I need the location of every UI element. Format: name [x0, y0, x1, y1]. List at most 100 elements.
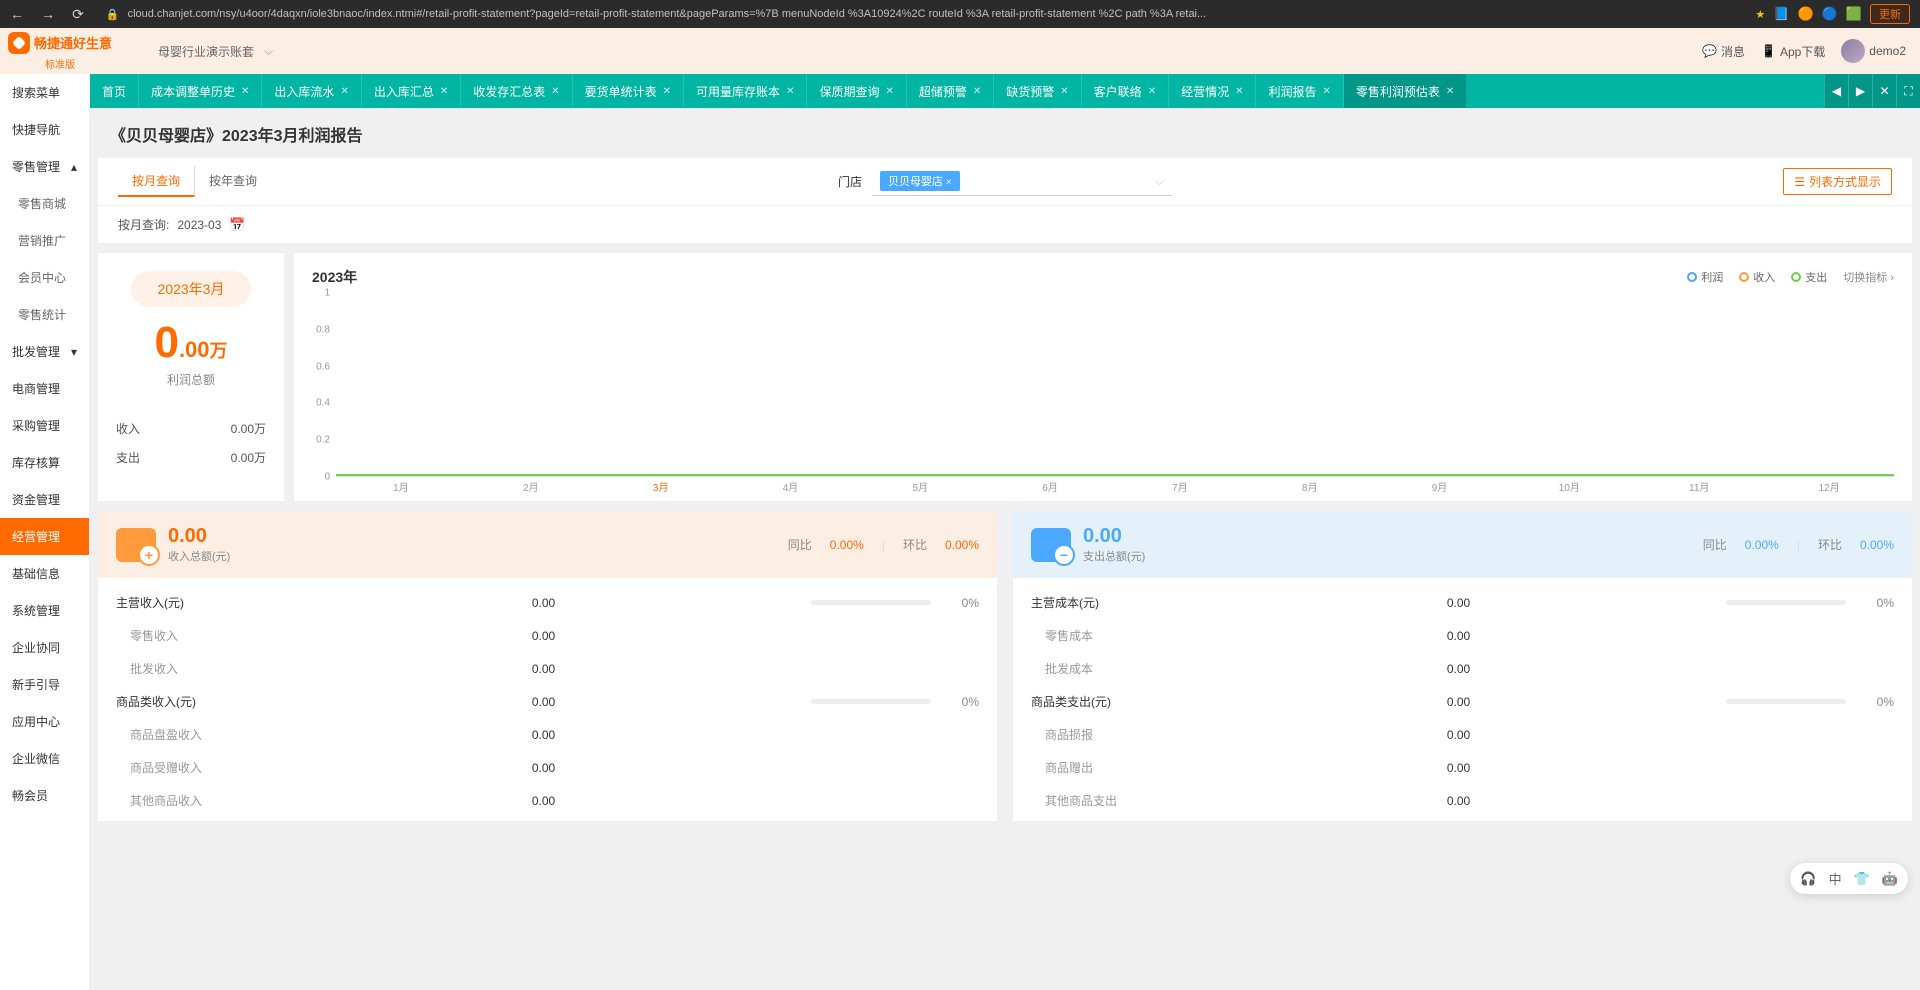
date-query: 按月查询: 2023-03 📅: [98, 206, 1912, 243]
lock-icon: 🔒: [106, 8, 120, 21]
sidebar-item-6[interactable]: 零售统计: [0, 296, 89, 333]
shirt-icon[interactable]: 👕: [1854, 871, 1870, 887]
sidebar-item-3[interactable]: 零售商城: [0, 185, 89, 222]
chevron-down-icon: ⌵: [264, 44, 273, 59]
store-tag[interactable]: 贝贝母婴店: [880, 171, 960, 191]
expense-total: 0.00: [1083, 525, 1145, 548]
sidebar-item-1[interactable]: 快捷导航: [0, 111, 89, 148]
calendar-icon[interactable]: 📅: [229, 217, 245, 233]
sidebar-item-16[interactable]: 新手引导: [0, 666, 89, 703]
legend-income[interactable]: 收入: [1739, 269, 1775, 285]
sidebar-item-5[interactable]: 会员中心: [0, 259, 89, 296]
sidebar-item-4[interactable]: 营销推广: [0, 222, 89, 259]
tab-12[interactable]: 利润报告✕: [1256, 74, 1343, 108]
extension-icon-2[interactable]: 🟠: [1797, 6, 1813, 22]
extension-icon-4[interactable]: 🟩: [1846, 6, 1862, 22]
tab-scroll-left-icon[interactable]: ◀: [1824, 74, 1848, 108]
address-bar[interactable]: cloud.chanjet.com/nsy/u4oor/4daqxn/iole3…: [128, 8, 1756, 20]
sidebar-item-19[interactable]: 畅会员: [0, 777, 89, 814]
tab-close-all-icon[interactable]: ✕: [1872, 74, 1896, 108]
table-row: 其他商品收入0.00: [116, 784, 979, 817]
page-content: 《贝贝母婴店》2023年3月利润报告 按月查询 按年查询 门店 贝贝母婴店 ⌵: [90, 108, 1920, 990]
tab-2[interactable]: 出入库流水✕: [262, 74, 361, 108]
extension-icon-3[interactable]: 🔵: [1822, 6, 1838, 22]
tab-4[interactable]: 收发存汇总表✕: [461, 74, 572, 108]
sidebar-item-17[interactable]: 应用中心: [0, 703, 89, 740]
list-mode-button[interactable]: ☰ 列表方式显示: [1783, 168, 1892, 195]
tab-10[interactable]: 客户联络✕: [1082, 74, 1169, 108]
browser-new-button[interactable]: 更新: [1870, 4, 1910, 24]
close-icon[interactable]: ✕: [786, 86, 794, 97]
app-download-link[interactable]: 📱 App下载: [1761, 43, 1825, 60]
date-query-value[interactable]: 2023-03: [177, 218, 221, 232]
chart-card: 2023年 利润 收入 支出 切换指标 › 00.20.40.60.81: [294, 253, 1912, 501]
tab-11[interactable]: 经营情况✕: [1169, 74, 1256, 108]
close-icon[interactable]: ✕: [1235, 86, 1243, 97]
close-icon[interactable]: ✕: [1148, 86, 1156, 97]
close-icon[interactable]: ✕: [551, 86, 559, 97]
query-tab-year[interactable]: 按年查询: [195, 166, 271, 197]
chevron-up-icon: ▴: [71, 160, 77, 174]
sidebar-item-18[interactable]: 企业微信: [0, 740, 89, 777]
income-value: 0.00万: [231, 420, 266, 437]
tab-scroll-right-icon[interactable]: ▶: [1848, 74, 1872, 108]
sidebar-item-15[interactable]: 企业协同: [0, 629, 89, 666]
tab-3[interactable]: 出入库汇总✕: [362, 74, 461, 108]
sidebar-item-7[interactable]: 批发管理▾: [0, 333, 89, 370]
legend-profit[interactable]: 利润: [1687, 269, 1723, 285]
date-query-label: 按月查询:: [118, 216, 169, 233]
query-tab-month[interactable]: 按月查询: [118, 166, 195, 197]
tab-8[interactable]: 超储预警✕: [907, 74, 994, 108]
tab-13[interactable]: 零售利润预估表✕: [1344, 74, 1467, 108]
table-row: 商品盘盈收入0.00: [116, 718, 979, 751]
sidebar: 搜索菜单快捷导航零售管理▴零售商城营销推广会员中心零售统计批发管理▾电商管理采购…: [0, 74, 90, 990]
account-select[interactable]: 母婴行业演示账套 ⌵: [148, 39, 328, 64]
user-menu[interactable]: demo2: [1841, 39, 1906, 63]
sidebar-item-14[interactable]: 系统管理: [0, 592, 89, 629]
sidebar-item-9[interactable]: 采购管理: [0, 407, 89, 444]
sidebar-item-2[interactable]: 零售管理▴: [0, 148, 89, 185]
table-row: 商品类支出(元)0.000%: [1031, 685, 1894, 718]
nav-forward-icon[interactable]: →: [41, 6, 55, 22]
app-topbar: 畅捷通好生意 标准版 母婴行业演示账套 ⌵ 💬 消息 📱 App下载 demo2: [0, 28, 1920, 74]
nav-back-icon[interactable]: ←: [10, 6, 24, 22]
close-icon[interactable]: ✕: [440, 86, 448, 97]
close-icon[interactable]: ✕: [1323, 86, 1331, 97]
sidebar-item-13[interactable]: 基础信息: [0, 555, 89, 592]
switch-indicator[interactable]: 切换指标 ›: [1843, 269, 1894, 285]
close-icon[interactable]: ✕: [663, 86, 671, 97]
expense-value: 0.00万: [231, 449, 266, 466]
store-select[interactable]: 贝贝母婴店 ⌵: [872, 167, 1172, 196]
tab-fullscreen-icon[interactable]: ⛶: [1896, 74, 1920, 108]
tab-1[interactable]: 成本调整单历史✕: [139, 74, 262, 108]
extension-icon-1[interactable]: 📘: [1773, 6, 1789, 22]
sidebar-item-8[interactable]: 电商管理: [0, 370, 89, 407]
tab-0[interactable]: 首页: [90, 74, 139, 108]
sidebar-item-0[interactable]: 搜索菜单: [0, 74, 89, 111]
close-icon[interactable]: ✕: [1446, 86, 1454, 97]
user-name: demo2: [1869, 44, 1906, 58]
table-row: 主营成本(元)0.000%: [1031, 586, 1894, 619]
headset-icon[interactable]: 🎧: [1800, 871, 1816, 887]
legend-expense[interactable]: 支出: [1791, 269, 1827, 285]
tab-9[interactable]: 缺货预警✕: [994, 74, 1081, 108]
table-row: 批发收入0.00: [116, 652, 979, 685]
close-icon[interactable]: ✕: [340, 86, 348, 97]
tab-7[interactable]: 保质期查询✕: [807, 74, 906, 108]
phone-icon: 📱: [1761, 44, 1776, 58]
close-icon[interactable]: ✕: [885, 86, 893, 97]
close-icon[interactable]: ✕: [1060, 86, 1068, 97]
sidebar-item-11[interactable]: 资金管理: [0, 481, 89, 518]
sidebar-item-12[interactable]: 经营管理: [0, 518, 89, 555]
nav-reload-icon[interactable]: ⟳: [72, 6, 84, 22]
tab-5[interactable]: 要货单统计表✕: [573, 74, 684, 108]
table-row: 零售收入0.00: [116, 619, 979, 652]
sidebar-item-10[interactable]: 库存核算: [0, 444, 89, 481]
robot-icon[interactable]: 🤖: [1882, 871, 1898, 887]
tab-6[interactable]: 可用量库存账本✕: [684, 74, 807, 108]
close-icon[interactable]: ✕: [241, 86, 249, 97]
bookmark-star-icon[interactable]: ★: [1755, 8, 1765, 21]
lang-toggle[interactable]: 中: [1829, 869, 1842, 888]
messages-link[interactable]: 💬 消息: [1702, 43, 1745, 60]
close-icon[interactable]: ✕: [973, 86, 981, 97]
